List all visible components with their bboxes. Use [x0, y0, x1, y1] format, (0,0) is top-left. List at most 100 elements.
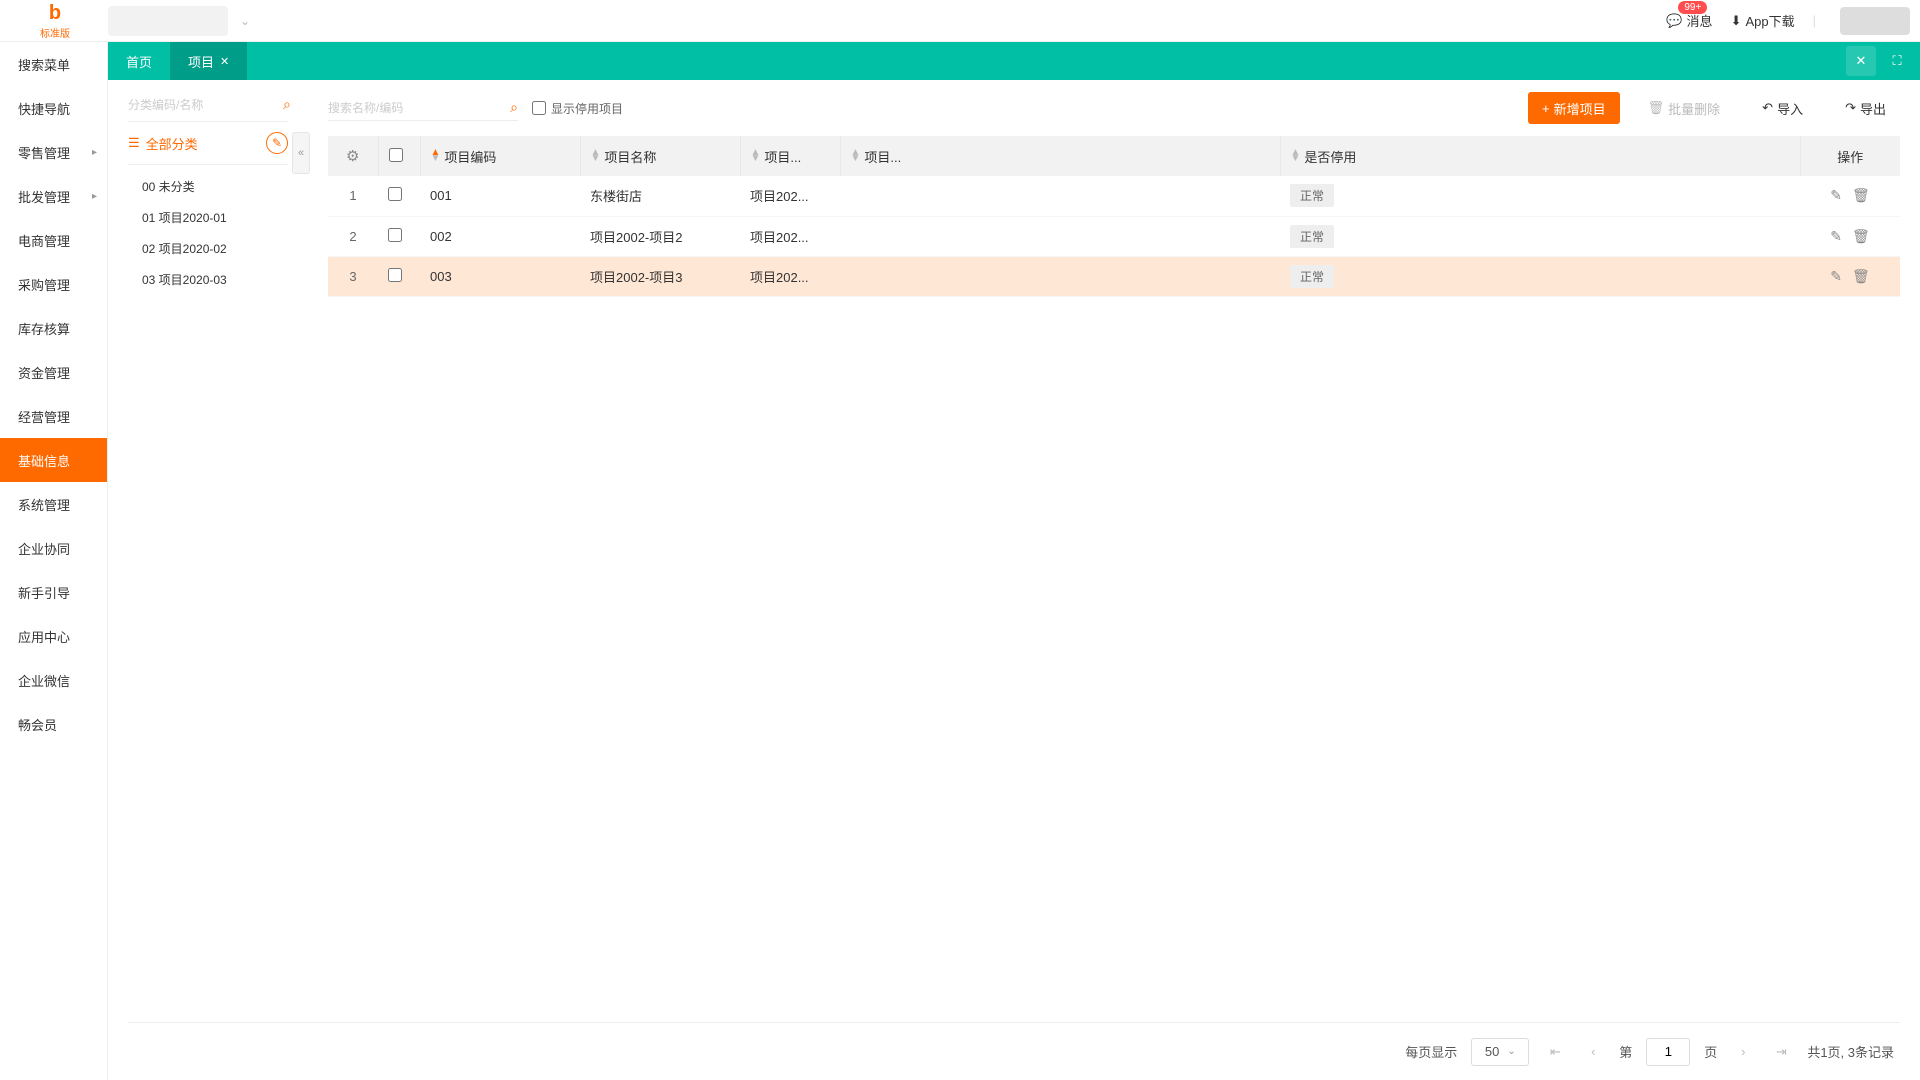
delete-icon[interactable]: 🗑 — [1852, 228, 1870, 244]
search-icon[interactable]: ⌕ — [283, 96, 291, 113]
trash-icon: 🗑 — [1648, 100, 1665, 116]
sidebar-item-4[interactable]: 电商管理 — [0, 218, 107, 262]
search-icon[interactable]: ⌕ — [510, 99, 518, 116]
sidebar-item-label: 畅会员 — [18, 715, 57, 734]
tab-home[interactable]: 首页 — [108, 42, 170, 80]
last-page-button[interactable]: ⇥ — [1769, 1040, 1793, 1064]
category-search-input[interactable] — [128, 98, 283, 112]
close-icon[interactable]: ✕ — [220, 55, 229, 68]
sidebar-item-0[interactable]: 搜索菜单 — [0, 42, 107, 86]
cell-code: 001 — [420, 176, 580, 216]
per-page-select[interactable]: 50 ⌄ — [1471, 1038, 1529, 1066]
show-disabled-input[interactable] — [532, 101, 546, 115]
column-ops: 操作 — [1800, 136, 1900, 176]
edit-icon[interactable]: ✎ — [1830, 228, 1842, 244]
row-checkbox[interactable] — [388, 228, 402, 242]
row-index: 2 — [328, 216, 378, 256]
row-checkbox[interactable] — [388, 268, 402, 282]
next-page-button[interactable]: › — [1731, 1040, 1755, 1064]
sidebar-item-6[interactable]: 库存核算 — [0, 306, 107, 350]
cell-status: 正常 — [1280, 256, 1800, 296]
delete-icon[interactable]: 🗑 — [1852, 268, 1870, 284]
page-prefix: 第 — [1619, 1042, 1632, 1061]
sidebar-item-15[interactable]: 畅会员 — [0, 702, 107, 746]
export-icon: ↷ — [1845, 100, 1856, 116]
batch-delete-button: 🗑 批量删除 — [1634, 92, 1735, 124]
sidebar-item-label: 应用中心 — [18, 627, 70, 646]
edit-icon[interactable]: ✎ — [1830, 187, 1842, 203]
close-all-tabs-button[interactable]: ✕ — [1846, 46, 1876, 76]
edit-category-icon[interactable]: ✎ — [266, 132, 288, 154]
export-button[interactable]: ↷ 导出 — [1831, 92, 1900, 124]
column-3[interactable]: ▲▼项目... — [740, 136, 840, 176]
category-item-3[interactable]: 03 项目2020-03 — [128, 264, 288, 295]
tab-project[interactable]: 项目 ✕ — [170, 42, 247, 80]
messages-button[interactable]: 💬 消息 99+ — [1666, 11, 1712, 30]
table-row[interactable]: 1001东楼街店项目202...正常✎🗑 — [328, 176, 1900, 216]
first-page-button[interactable]: ⇤ — [1543, 1040, 1567, 1064]
main-content: ⌕ ☰ 全部分类 ✎ 00 未分类01 项目2020-0102 项目2020-0… — [108, 80, 1920, 1080]
logo-subtext: 标准版 — [40, 25, 70, 40]
sidebar-item-7[interactable]: 资金管理 — [0, 350, 107, 394]
category-item-1[interactable]: 01 项目2020-01 — [128, 202, 288, 233]
table-row[interactable]: 3003项目2002-项目3项目202...正常✎🗑 — [328, 256, 1900, 296]
add-project-label: 新增项目 — [1554, 99, 1606, 118]
prev-page-button[interactable]: ‹ — [1581, 1040, 1605, 1064]
sidebar-item-10[interactable]: 系统管理 — [0, 482, 107, 526]
fullscreen-button[interactable]: ⛶ — [1882, 46, 1912, 76]
edit-icon[interactable]: ✎ — [1830, 268, 1842, 284]
sidebar-item-label: 批发管理 — [18, 187, 70, 206]
add-project-button[interactable]: + 新增项目 — [1528, 92, 1620, 124]
column-3-label: 项目... — [764, 147, 801, 166]
sidebar-item-label: 新手引导 — [18, 583, 70, 602]
sidebar-item-3[interactable]: 批发管理▸ — [0, 174, 107, 218]
category-item-0[interactable]: 00 未分类 — [128, 171, 288, 202]
pagination-summary: 共1页, 3条记录 — [1807, 1042, 1894, 1061]
category-all[interactable]: ☰ 全部分类 ✎ — [128, 122, 288, 165]
sidebar-item-8[interactable]: 经营管理 — [0, 394, 107, 438]
caret-down-icon[interactable]: ⌄ — [240, 14, 250, 28]
sidebar-item-13[interactable]: 应用中心 — [0, 614, 107, 658]
sidebar-item-14[interactable]: 企业微信 — [0, 658, 107, 702]
select-all-checkbox[interactable] — [389, 148, 403, 162]
cell-4 — [840, 216, 1280, 256]
delete-icon[interactable]: 🗑 — [1852, 187, 1870, 203]
app-download-button[interactable]: ⬇ App下载 — [1731, 11, 1795, 30]
sidebar-item-1[interactable]: 快捷导航 — [0, 86, 107, 130]
tab-project-label: 项目 — [188, 52, 214, 71]
sidebar-item-9[interactable]: 基础信息 — [0, 438, 107, 482]
column-code[interactable]: ▲▼项目编码 — [420, 136, 580, 176]
column-4[interactable]: ▲▼项目... — [840, 136, 1280, 176]
sort-icon: ▲▼ — [591, 150, 601, 162]
column-disabled[interactable]: ▲▼是否停用 — [1280, 136, 1800, 176]
page-input[interactable] — [1646, 1038, 1690, 1066]
column-settings[interactable]: ⚙ — [328, 136, 378, 176]
cell-ops: ✎🗑 — [1800, 256, 1900, 296]
collapse-handle[interactable]: « — [292, 132, 310, 174]
category-item-2[interactable]: 02 项目2020-02 — [128, 233, 288, 264]
cell-ops: ✎🗑 — [1800, 176, 1900, 216]
column-code-label: 项目编码 — [444, 147, 496, 166]
sidebar-item-2[interactable]: 零售管理▸ — [0, 130, 107, 174]
table-row[interactable]: 2002项目2002-项目2项目202...正常✎🗑 — [328, 216, 1900, 256]
column-checkbox — [378, 136, 420, 176]
per-page-value: 50 — [1485, 1044, 1499, 1059]
sidebar-item-12[interactable]: 新手引导 — [0, 570, 107, 614]
table-search-input[interactable] — [328, 101, 510, 115]
sidebar-item-5[interactable]: 采购管理 — [0, 262, 107, 306]
column-disabled-label: 是否停用 — [1304, 147, 1356, 166]
gear-icon: ⚙ — [346, 148, 359, 165]
column-name[interactable]: ▲▼项目名称 — [580, 136, 740, 176]
sidebar-item-label: 基础信息 — [18, 451, 70, 470]
import-button[interactable]: ↶ 导入 — [1748, 92, 1817, 124]
tab-home-label: 首页 — [126, 52, 152, 71]
sidebar-item-11[interactable]: 企业协同 — [0, 526, 107, 570]
cell-4 — [840, 176, 1280, 216]
row-checkbox[interactable] — [388, 187, 402, 201]
sidebar-item-label: 企业微信 — [18, 671, 70, 690]
user-avatar[interactable] — [1840, 7, 1910, 35]
status-badge: 正常 — [1290, 184, 1334, 207]
show-disabled-checkbox[interactable]: 显示停用项目 — [532, 100, 623, 117]
logo-icon: b — [49, 2, 61, 25]
org-selector[interactable] — [108, 6, 228, 36]
